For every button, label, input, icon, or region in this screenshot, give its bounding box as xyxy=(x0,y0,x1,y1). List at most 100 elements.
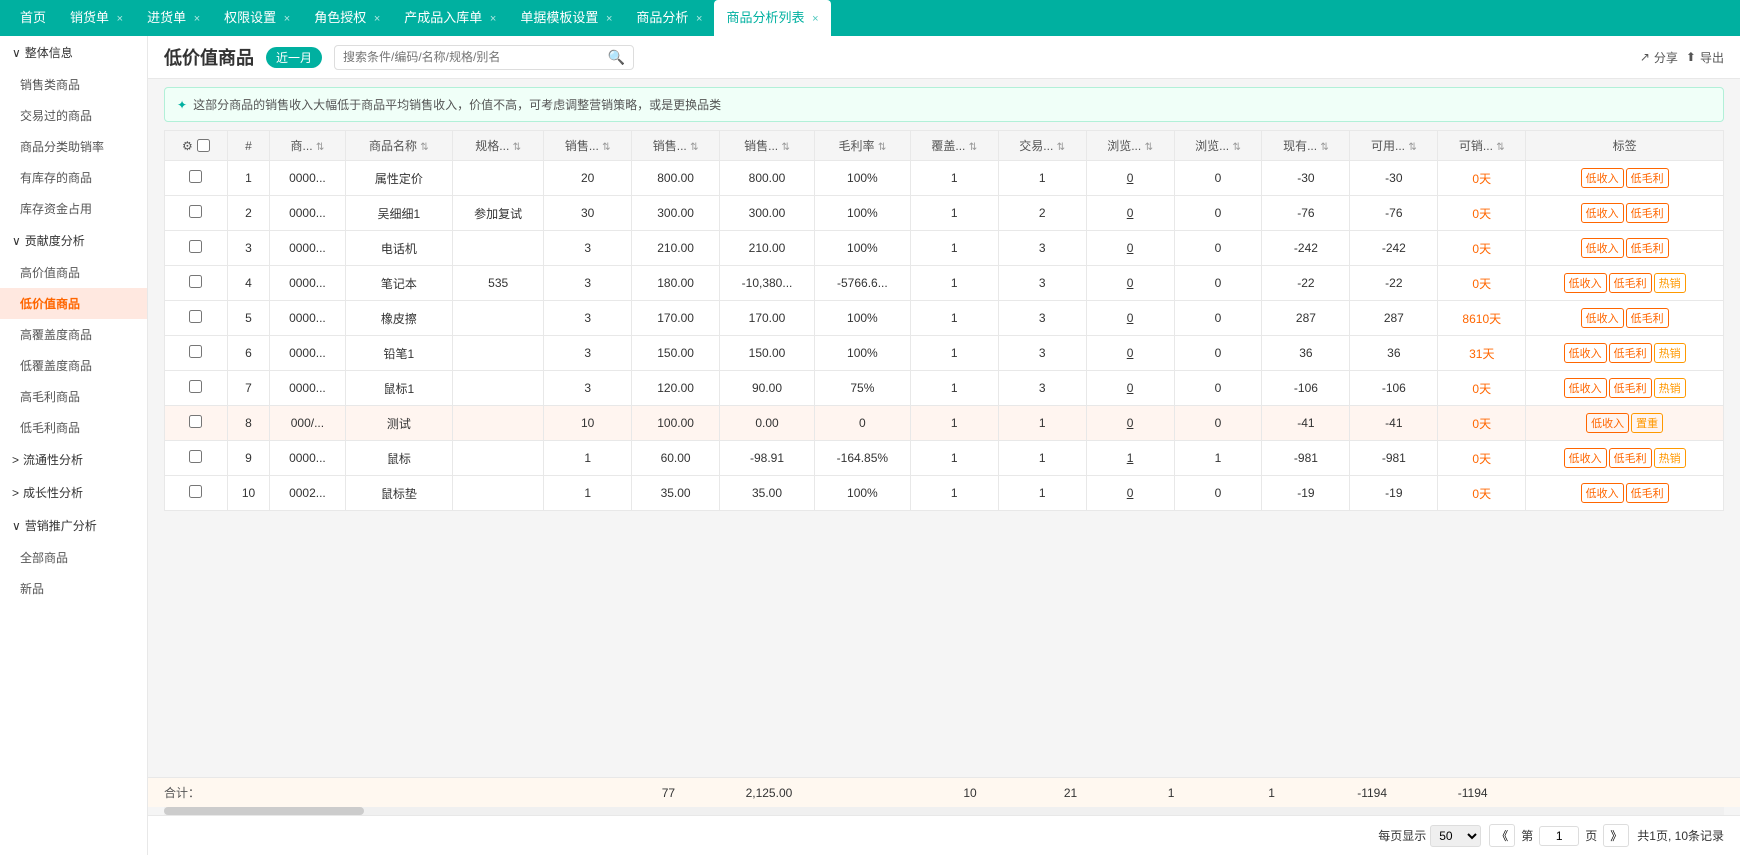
sidebar-item-inventory-goods[interactable]: 有库存的商品 xyxy=(0,162,147,193)
close-icon[interactable]: × xyxy=(194,13,200,25)
filter-button[interactable]: 近一月 xyxy=(266,47,322,68)
close-icon[interactable]: × xyxy=(812,13,818,25)
view1-link[interactable]: 1 xyxy=(1127,451,1134,465)
row-checkbox-cell[interactable] xyxy=(165,371,228,406)
settings-icon[interactable]: ⚙ xyxy=(182,139,193,153)
row-view1[interactable]: 1 xyxy=(1086,441,1174,476)
sidebar-item-inventory-capital[interactable]: 库存资金占用 xyxy=(0,193,147,224)
col-view1[interactable]: 浏览... ⇅ xyxy=(1086,131,1174,161)
row-view1[interactable]: 0 xyxy=(1086,301,1174,336)
row-checkbox[interactable] xyxy=(189,170,202,183)
close-icon[interactable]: × xyxy=(284,13,290,25)
row-checkbox-cell[interactable] xyxy=(165,301,228,336)
col-view2[interactable]: 浏览... ⇅ xyxy=(1174,131,1262,161)
view1-link[interactable]: 0 xyxy=(1127,486,1134,500)
close-icon[interactable]: × xyxy=(490,13,496,25)
view1-link[interactable]: 0 xyxy=(1127,241,1134,255)
sidebar-item-category-rate[interactable]: 商品分类助销率 xyxy=(0,131,147,162)
row-view1[interactable]: 0 xyxy=(1086,476,1174,511)
nav-purchase[interactable]: 进货单 × xyxy=(135,0,212,36)
row-checkbox[interactable] xyxy=(189,415,202,428)
nav-products-storage[interactable]: 产成品入库单 × xyxy=(392,0,508,36)
share-button[interactable]: ↗ 分享 xyxy=(1640,49,1678,66)
row-checkbox[interactable] xyxy=(189,205,202,218)
col-saleable[interactable]: 可销... ⇅ xyxy=(1438,131,1526,161)
row-view1[interactable]: 0 xyxy=(1086,406,1174,441)
sidebar-item-sales-goods[interactable]: 销售类商品 xyxy=(0,69,147,100)
nav-goods-analysis-list[interactable]: 商品分析列表 × xyxy=(714,0,830,36)
sidebar-section-circulation[interactable]: > 流通性分析 xyxy=(0,443,147,476)
view1-link[interactable]: 0 xyxy=(1127,276,1134,290)
page-number-input[interactable] xyxy=(1539,826,1579,846)
row-checkbox-cell[interactable] xyxy=(165,441,228,476)
row-checkbox-cell[interactable] xyxy=(165,336,228,371)
sidebar-item-all-goods[interactable]: 全部商品 xyxy=(0,542,147,573)
col-name[interactable]: 商品名称 ⇅ xyxy=(345,131,453,161)
nav-roles[interactable]: 角色授权 × xyxy=(302,0,392,36)
search-icon[interactable]: 🔍 xyxy=(608,49,625,66)
row-view1[interactable]: 0 xyxy=(1086,196,1174,231)
row-view1[interactable]: 0 xyxy=(1086,266,1174,301)
col-spec[interactable]: 规格... ⇅ xyxy=(453,131,544,161)
close-icon[interactable]: × xyxy=(606,13,612,25)
sidebar-item-low-value[interactable]: 低价值商品 xyxy=(0,288,147,319)
row-checkbox[interactable] xyxy=(189,345,202,358)
row-checkbox-cell[interactable] xyxy=(165,406,228,441)
row-view1[interactable]: 0 xyxy=(1086,336,1174,371)
sidebar-section-overall[interactable]: ∨ 整体信息 xyxy=(0,36,147,69)
view1-link[interactable]: 0 xyxy=(1127,346,1134,360)
row-view1[interactable]: 0 xyxy=(1086,371,1174,406)
row-view1[interactable]: 0 xyxy=(1086,161,1174,196)
view1-link[interactable]: 0 xyxy=(1127,381,1134,395)
first-page-button[interactable]: 《 xyxy=(1489,824,1515,847)
row-checkbox[interactable] xyxy=(189,485,202,498)
row-checkbox-cell[interactable] xyxy=(165,196,228,231)
row-checkbox-cell[interactable] xyxy=(165,231,228,266)
col-trade[interactable]: 交易... ⇅ xyxy=(998,131,1086,161)
close-icon[interactable]: × xyxy=(696,13,702,25)
search-input[interactable] xyxy=(343,50,604,64)
col-rate[interactable]: 毛利率 ⇅ xyxy=(814,131,910,161)
view1-link[interactable]: 0 xyxy=(1127,206,1134,220)
col-stock[interactable]: 现有... ⇅ xyxy=(1262,131,1350,161)
view1-link[interactable]: 0 xyxy=(1127,171,1134,185)
nav-sales[interactable]: 销货单 × xyxy=(58,0,135,36)
close-icon[interactable]: × xyxy=(117,13,123,25)
sidebar-item-low-coverage[interactable]: 低覆盖度商品 xyxy=(0,350,147,381)
row-checkbox[interactable] xyxy=(189,380,202,393)
col-cover[interactable]: 覆盖... ⇅ xyxy=(910,131,998,161)
row-checkbox-cell[interactable] xyxy=(165,161,228,196)
nav-permissions[interactable]: 权限设置 × xyxy=(212,0,302,36)
row-checkbox[interactable] xyxy=(189,275,202,288)
view1-link[interactable]: 0 xyxy=(1127,416,1134,430)
sidebar-item-new-goods[interactable]: 新品 xyxy=(0,573,147,604)
sidebar-item-low-margin[interactable]: 低毛利商品 xyxy=(0,412,147,443)
row-checkbox[interactable] xyxy=(189,240,202,253)
sidebar-item-traded-goods[interactable]: 交易过的商品 xyxy=(0,100,147,131)
row-checkbox-cell[interactable] xyxy=(165,266,228,301)
col-s1[interactable]: 销售... ⇅ xyxy=(544,131,632,161)
row-checkbox[interactable] xyxy=(189,450,202,463)
nav-goods-analysis[interactable]: 商品分析 × xyxy=(624,0,714,36)
col-settings[interactable]: ⚙ xyxy=(165,131,228,161)
view1-link[interactable]: 0 xyxy=(1127,311,1134,325)
scrollbar-thumb[interactable] xyxy=(164,807,364,815)
col-s2[interactable]: 销售... ⇅ xyxy=(632,131,720,161)
close-icon[interactable]: × xyxy=(374,13,380,25)
nav-home[interactable]: 首页 xyxy=(8,0,58,36)
sidebar-item-high-value[interactable]: 高价值商品 xyxy=(0,257,147,288)
last-page-button[interactable]: 》 xyxy=(1603,824,1629,847)
horizontal-scrollbar[interactable] xyxy=(164,807,1724,815)
col-code[interactable]: 商... ⇅ xyxy=(270,131,345,161)
row-checkbox-cell[interactable] xyxy=(165,476,228,511)
page-size-select[interactable]: 50 100 200 xyxy=(1430,825,1481,847)
sidebar-section-growth[interactable]: > 成长性分析 xyxy=(0,476,147,509)
sidebar-section-contribution[interactable]: ∨ 贡献度分析 xyxy=(0,224,147,257)
col-available[interactable]: 可用... ⇅ xyxy=(1350,131,1438,161)
select-all-checkbox[interactable] xyxy=(197,139,210,152)
row-view1[interactable]: 0 xyxy=(1086,231,1174,266)
sidebar-item-high-coverage[interactable]: 高覆盖度商品 xyxy=(0,319,147,350)
nav-template-settings[interactable]: 单据模板设置 × xyxy=(508,0,624,36)
export-button[interactable]: ⬆ 导出 xyxy=(1686,49,1724,66)
sidebar-section-marketing[interactable]: ∨ 营销推广分析 xyxy=(0,509,147,542)
